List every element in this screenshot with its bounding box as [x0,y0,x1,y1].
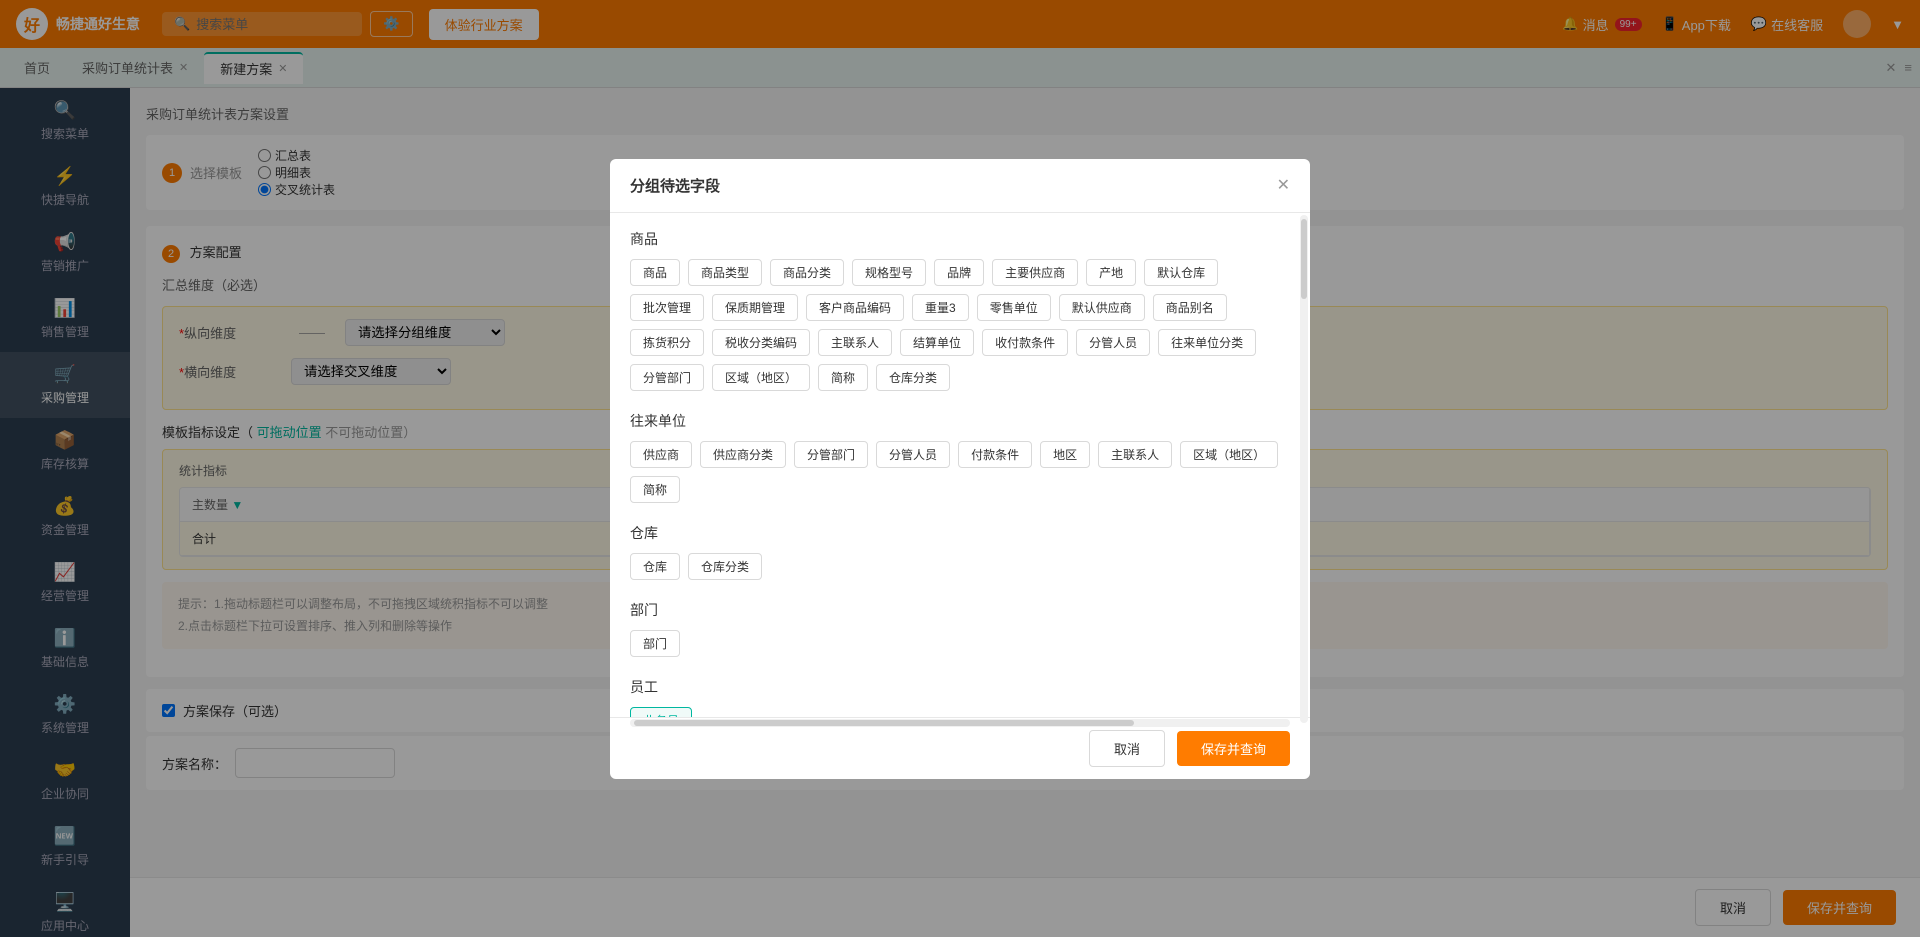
tag-dept[interactable]: 分管部门 [630,364,704,391]
tag-manage-dept[interactable]: 分管部门 [794,441,868,468]
tag-product-alias[interactable]: 商品别名 [1153,294,1227,321]
tag-customer-code[interactable]: 客户商品编码 [806,294,904,321]
tag-supplier[interactable]: 供应商 [630,441,692,468]
section-product-title: 商品 [630,229,1290,249]
modal-overlay: 分组待选字段 ✕ 商品 商品 商品类型 商品分类 规格型号 品牌 主要供应商 产… [0,0,1920,937]
tag-brand[interactable]: 品牌 [934,259,984,286]
tag-retail-unit[interactable]: 零售单位 [977,294,1051,321]
section-department: 部门 部门 [630,600,1290,657]
tag-pay-terms[interactable]: 付款条件 [958,441,1032,468]
tag-expiry-mgmt[interactable]: 保质期管理 [712,294,798,321]
tag-warehouse-cat[interactable]: 仓库分类 [876,364,950,391]
tag-settlement-unit[interactable]: 结算单位 [900,329,974,356]
tag-counterpart-cat[interactable]: 往来单位分类 [1158,329,1256,356]
department-tags: 部门 [630,630,1290,657]
tag-warehouse[interactable]: 仓库 [630,553,680,580]
modal-cancel-button[interactable]: 取消 [1089,730,1165,767]
modal-body: 商品 商品 商品类型 商品分类 规格型号 品牌 主要供应商 产地 默认仓库 批次… [610,213,1310,717]
tag-abbr-product[interactable]: 简称 [818,364,868,391]
tag-product-category[interactable]: 商品分类 [770,259,844,286]
counterpart-tags: 供应商 供应商分类 分管部门 分管人员 付款条件 地区 主联系人 区域（地区） … [630,441,1290,503]
modal-title: 分组待选字段 [630,175,720,196]
warehouse-tags: 仓库 仓库分类 [630,553,1290,580]
tag-product-type[interactable]: 商品类型 [688,259,762,286]
tag-region-counterpart[interactable]: 区域（地区） [1180,441,1278,468]
tag-warehouse-category[interactable]: 仓库分类 [688,553,762,580]
tag-spec-model[interactable]: 规格型号 [852,259,926,286]
h-scroll-thumb [634,720,1134,726]
section-warehouse: 仓库 仓库 仓库分类 [630,523,1290,580]
section-warehouse-title: 仓库 [630,523,1290,543]
tag-batch-mgmt[interactable]: 批次管理 [630,294,704,321]
tag-main-contact2[interactable]: 主联系人 [1098,441,1172,468]
section-employee-title: 员工 [630,677,1290,697]
tag-department[interactable]: 部门 [630,630,680,657]
employee-tags: 业务员 [630,707,1290,717]
tag-manager[interactable]: 分管人员 [1076,329,1150,356]
tag-salesperson[interactable]: 业务员 [630,707,692,717]
tag-district[interactable]: 地区 [1040,441,1090,468]
section-counterpart-title: 往来单位 [630,411,1290,431]
section-employee: 员工 业务员 [630,677,1290,717]
section-department-title: 部门 [630,600,1290,620]
tag-origin[interactable]: 产地 [1086,259,1136,286]
tag-main-contact[interactable]: 主联系人 [818,329,892,356]
tag-supplier-cat[interactable]: 供应商分类 [700,441,786,468]
modal-close-icon[interactable]: ✕ [1277,175,1290,195]
tag-pick-points[interactable]: 拣货积分 [630,329,704,356]
tag-payment-terms[interactable]: 收付款条件 [982,329,1068,356]
scroll-thumb [1301,219,1307,299]
modal-save-button[interactable]: 保存并查询 [1177,731,1290,766]
tag-product[interactable]: 商品 [630,259,680,286]
horizontal-scrollbar[interactable] [630,719,1290,727]
tag-region-product[interactable]: 区域（地区） [712,364,810,391]
tag-tax-code[interactable]: 税收分类编码 [712,329,810,356]
product-tags: 商品 商品类型 商品分类 规格型号 品牌 主要供应商 产地 默认仓库 批次管理 … [630,259,1290,391]
vertical-scrollbar[interactable] [1300,215,1308,723]
tag-manage-person[interactable]: 分管人员 [876,441,950,468]
tag-weight3[interactable]: 重量3 [912,294,969,321]
tag-default-supplier[interactable]: 默认供应商 [1059,294,1145,321]
section-product: 商品 商品 商品类型 商品分类 规格型号 品牌 主要供应商 产地 默认仓库 批次… [630,229,1290,391]
modal: 分组待选字段 ✕ 商品 商品 商品类型 商品分类 规格型号 品牌 主要供应商 产… [610,159,1310,779]
tag-abbr-counterpart[interactable]: 简称 [630,476,680,503]
tag-main-supplier[interactable]: 主要供应商 [992,259,1078,286]
section-counterpart: 往来单位 供应商 供应商分类 分管部门 分管人员 付款条件 地区 主联系人 区域… [630,411,1290,503]
modal-header: 分组待选字段 ✕ [610,159,1310,213]
tag-default-warehouse[interactable]: 默认仓库 [1144,259,1218,286]
